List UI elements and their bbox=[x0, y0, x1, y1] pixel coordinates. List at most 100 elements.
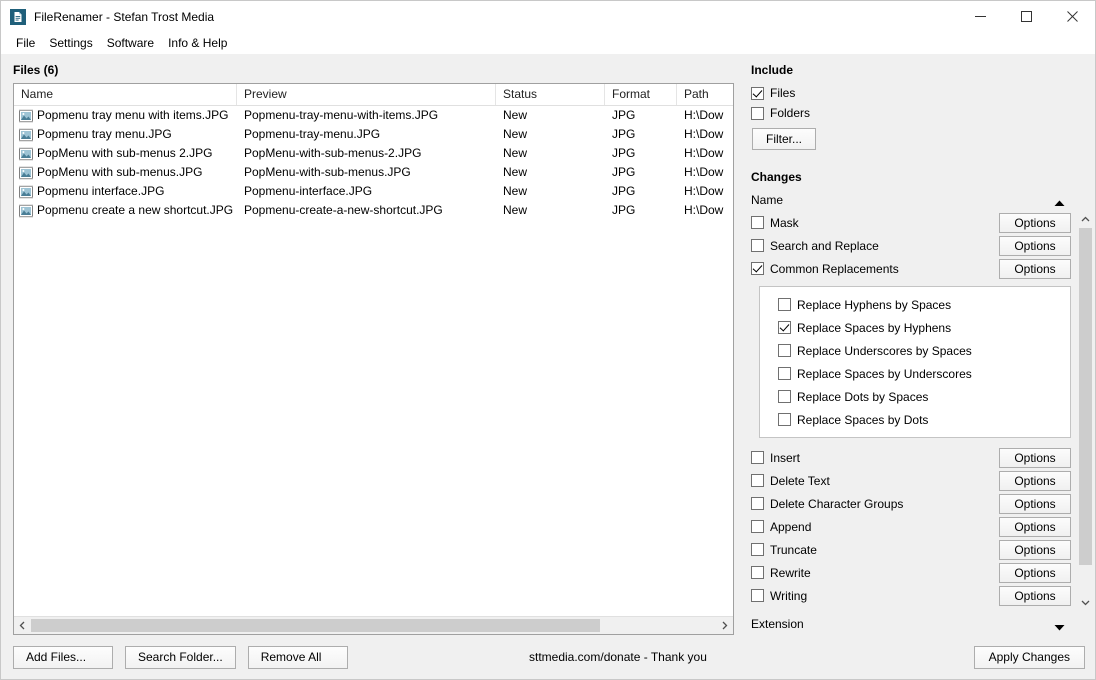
options-button-delete-text[interactable]: Options bbox=[999, 470, 1071, 491]
checkbox-row-replace-spaces-by-underscores[interactable]: Replace Spaces by Underscores bbox=[760, 362, 1070, 385]
checkbox-row-replace-spaces-by-hyphens[interactable]: Replace Spaces by Hyphens bbox=[760, 316, 1070, 339]
filter-button[interactable]: Filter... bbox=[752, 128, 817, 150]
checkbox-delete-text[interactable] bbox=[751, 474, 764, 487]
checkbox-truncate[interactable] bbox=[751, 543, 764, 556]
checkbox-append[interactable] bbox=[751, 520, 764, 533]
file-list-hscrollbar[interactable] bbox=[14, 616, 733, 634]
file-name-text: Popmenu create a new shortcut.JPG bbox=[37, 203, 234, 217]
add-files-button[interactable]: Add Files... bbox=[13, 645, 113, 669]
options-button-append[interactable]: Options bbox=[999, 516, 1071, 537]
scroll-right-arrow-icon[interactable] bbox=[716, 617, 733, 634]
checkbox-row-search-and-replace[interactable]: Search and Replace bbox=[751, 236, 999, 256]
checkbox-common-replacements[interactable] bbox=[751, 262, 764, 275]
file-name-text: PopMenu with sub-menus.JPG bbox=[37, 165, 203, 179]
checkbox-writing[interactable] bbox=[751, 589, 764, 602]
checkbox-row-delete-text[interactable]: Delete Text bbox=[751, 471, 999, 491]
table-row[interactable]: PopMenu with sub-menus 2.JPG PopMenu-with… bbox=[14, 144, 733, 163]
menu-item-file[interactable]: File bbox=[9, 34, 42, 52]
checkbox-rewrite[interactable] bbox=[751, 566, 764, 579]
table-row[interactable]: Popmenu tray menu.JPG Popmenu-tray-menu.J… bbox=[14, 125, 733, 144]
options-button-writing[interactable]: Options bbox=[999, 585, 1071, 606]
changes-section-title: Changes bbox=[751, 170, 802, 184]
scroll-up-arrow-icon[interactable] bbox=[1077, 211, 1094, 228]
sort-ascending-icon[interactable] bbox=[1054, 196, 1065, 210]
checkbox-replace-underscores-by-spaces[interactable] bbox=[778, 344, 791, 357]
options-button-delete-character-groups[interactable]: Options bbox=[999, 493, 1071, 514]
options-button-common-replacements[interactable]: Options bbox=[999, 258, 1071, 279]
hscroll-track[interactable] bbox=[31, 617, 716, 634]
options-button-search-and-replace[interactable]: Options bbox=[999, 235, 1071, 256]
maximize-button[interactable] bbox=[1003, 1, 1049, 32]
menu-item-settings[interactable]: Settings bbox=[42, 34, 99, 52]
checkbox-row-insert[interactable]: Insert bbox=[751, 448, 999, 468]
file-list-rows: Popmenu tray menu with items.JPG Popmenu-… bbox=[14, 106, 733, 616]
checkbox-insert[interactable] bbox=[751, 451, 764, 464]
remove-all-button[interactable]: Remove All bbox=[247, 645, 348, 669]
label-replace-hyphens-by-spaces: Replace Hyphens by Spaces bbox=[797, 297, 952, 312]
checkbox-row-common-replacements[interactable]: Common Replacements bbox=[751, 259, 999, 279]
table-row[interactable]: PopMenu with sub-menus.JPG PopMenu-with-s… bbox=[14, 163, 733, 182]
sort-descending-icon[interactable] bbox=[1054, 620, 1065, 634]
image-thumbnail-icon bbox=[19, 185, 33, 199]
checkbox-row-replace-hyphens-by-spaces[interactable]: Replace Hyphens by Spaces bbox=[760, 293, 1070, 316]
checkbox-replace-spaces-by-hyphens[interactable] bbox=[778, 321, 791, 334]
cell-format: JPG bbox=[612, 108, 636, 122]
checkbox-row-delete-character-groups[interactable]: Delete Character Groups bbox=[751, 494, 999, 514]
cell-format: JPG bbox=[612, 165, 636, 179]
vscroll-track[interactable] bbox=[1077, 228, 1094, 594]
title-bar: FileRenamer - Stefan Trost Media bbox=[1, 1, 1095, 32]
cell-format: JPG bbox=[612, 203, 636, 217]
menu-item-info-help[interactable]: Info & Help bbox=[161, 34, 234, 52]
file-name-text: Popmenu tray menu with items.JPG bbox=[37, 108, 229, 122]
scroll-left-arrow-icon[interactable] bbox=[14, 617, 31, 634]
checkbox-replace-hyphens-by-spaces[interactable] bbox=[778, 298, 791, 311]
checkbox-row-mask[interactable]: Mask bbox=[751, 213, 999, 233]
minimize-button[interactable] bbox=[957, 1, 1003, 32]
close-button[interactable] bbox=[1049, 1, 1095, 32]
checkbox-row-truncate[interactable]: Truncate bbox=[751, 540, 999, 560]
include-files-checkbox[interactable] bbox=[751, 86, 764, 100]
label-replace-spaces-by-hyphens: Replace Spaces by Hyphens bbox=[797, 320, 952, 335]
options-button-truncate[interactable]: Options bbox=[999, 539, 1071, 560]
table-row[interactable]: Popmenu create a new shortcut.JPG Popmenu… bbox=[14, 201, 733, 220]
hscroll-thumb[interactable] bbox=[31, 619, 600, 632]
checkbox-replace-spaces-by-dots[interactable] bbox=[778, 413, 791, 426]
checkbox-row-replace-dots-by-spaces[interactable]: Replace Dots by Spaces bbox=[760, 385, 1070, 408]
apply-changes-button[interactable]: Apply Changes bbox=[973, 645, 1085, 669]
checkbox-row-replace-spaces-by-dots[interactable]: Replace Spaces by Dots bbox=[760, 408, 1070, 431]
vscroll-thumb[interactable] bbox=[1079, 228, 1092, 565]
options-button-mask[interactable]: Options bbox=[999, 212, 1071, 233]
checkbox-mask[interactable] bbox=[751, 216, 764, 229]
checkbox-search-and-replace[interactable] bbox=[751, 239, 764, 252]
column-header-path[interactable]: Path bbox=[677, 84, 737, 105]
change-option-row-delete-character-groups: Delete Character Groups Options bbox=[751, 492, 1073, 515]
image-thumbnail-icon bbox=[19, 109, 33, 123]
search-folder-button[interactable]: Search Folder... bbox=[125, 645, 236, 669]
column-header-status[interactable]: Status bbox=[496, 84, 605, 105]
options-button-insert[interactable]: Options bbox=[999, 447, 1071, 468]
menu-item-software[interactable]: Software bbox=[100, 34, 161, 52]
include-folders-row[interactable]: Folders bbox=[751, 103, 1095, 123]
options-button-rewrite[interactable]: Options bbox=[999, 562, 1071, 583]
checkbox-replace-dots-by-spaces[interactable] bbox=[778, 390, 791, 403]
changes-vscrollbar[interactable] bbox=[1077, 211, 1094, 611]
column-header-preview[interactable]: Preview bbox=[237, 84, 496, 105]
include-files-row[interactable]: Files bbox=[751, 83, 1095, 103]
column-header-name[interactable]: Name bbox=[14, 84, 237, 105]
column-header-format[interactable]: Format bbox=[605, 84, 677, 105]
checkbox-row-replace-underscores-by-spaces[interactable]: Replace Underscores by Spaces bbox=[760, 339, 1070, 362]
include-folders-checkbox[interactable] bbox=[751, 106, 764, 120]
table-row[interactable]: Popmenu tray menu with items.JPG Popmenu-… bbox=[14, 106, 733, 125]
include-section-title: Include bbox=[751, 63, 794, 77]
checkbox-delete-character-groups[interactable] bbox=[751, 497, 764, 510]
change-option-row-rewrite: Rewrite Options bbox=[751, 561, 1073, 584]
cell-status: New bbox=[503, 203, 528, 217]
checkbox-replace-spaces-by-underscores[interactable] bbox=[778, 367, 791, 380]
cell-path: H:\Dow bbox=[684, 146, 724, 160]
apply-bar: Apply Changes bbox=[743, 635, 1095, 679]
scroll-down-arrow-icon[interactable] bbox=[1077, 594, 1094, 611]
checkbox-row-writing[interactable]: Writing bbox=[751, 586, 999, 606]
checkbox-row-append[interactable]: Append bbox=[751, 517, 999, 537]
checkbox-row-rewrite[interactable]: Rewrite bbox=[751, 563, 999, 583]
table-row[interactable]: Popmenu interface.JPG Popmenu-interface.J… bbox=[14, 182, 733, 201]
